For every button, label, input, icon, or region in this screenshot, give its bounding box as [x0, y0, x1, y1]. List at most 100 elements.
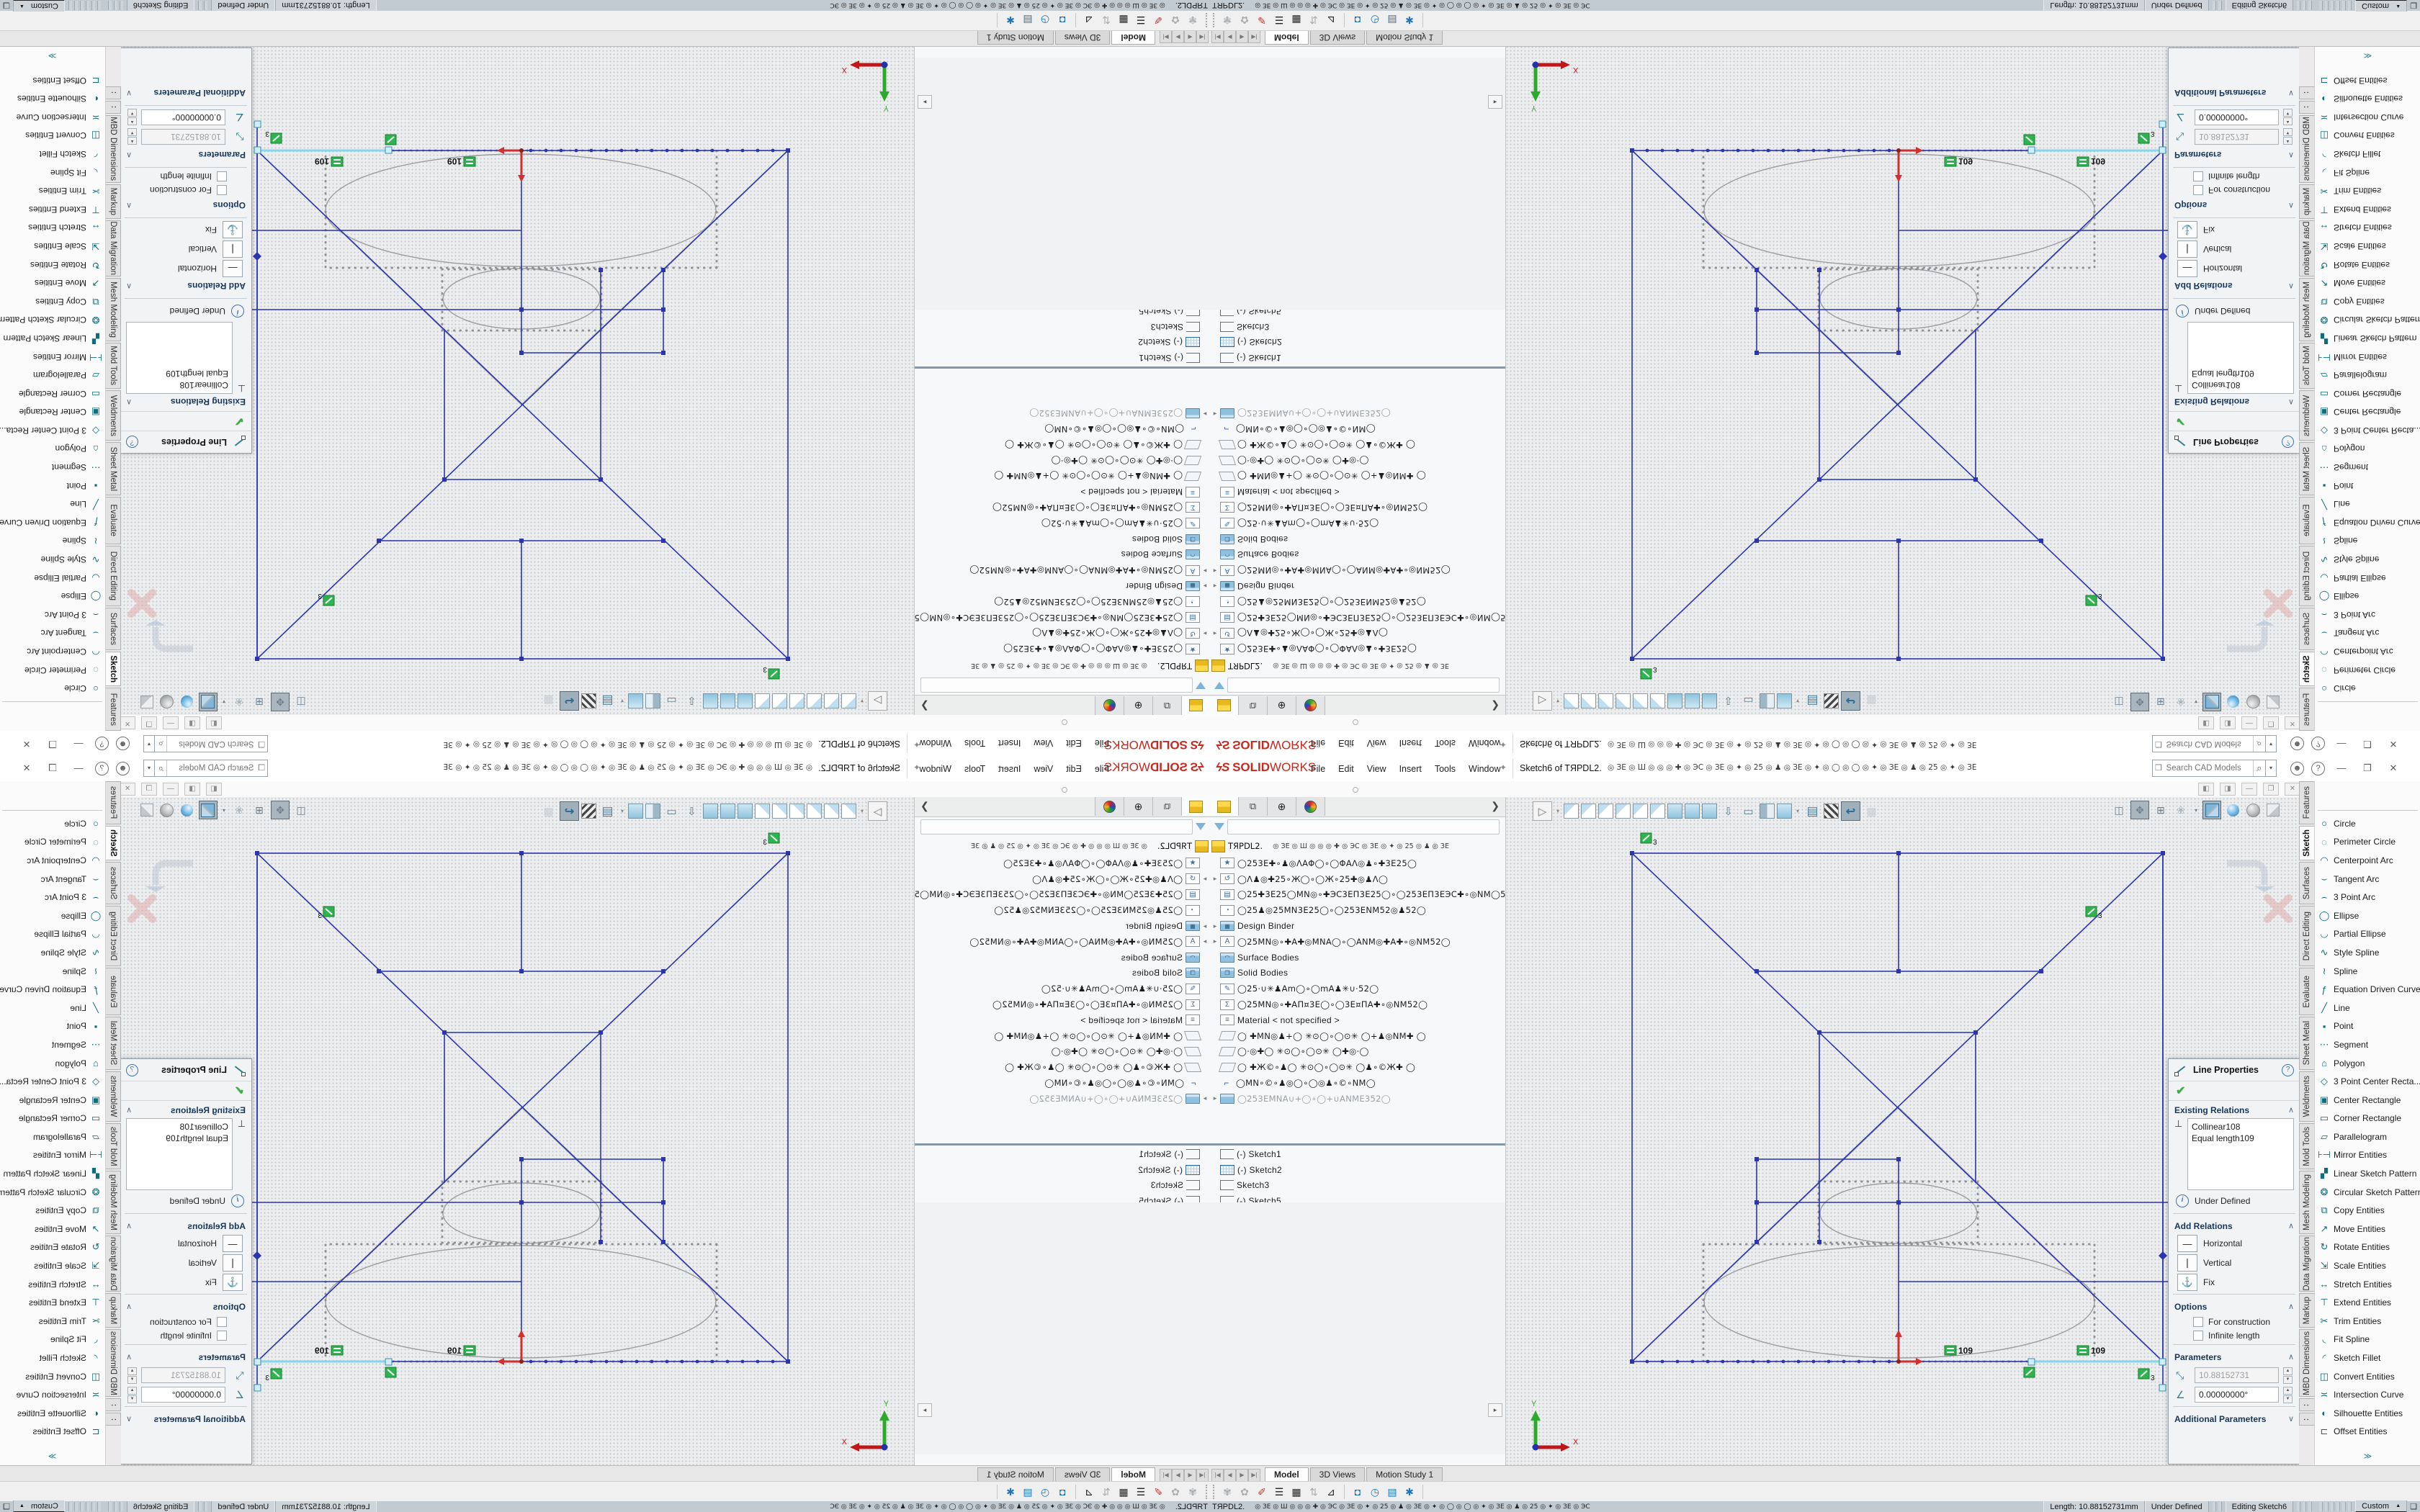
- sketch-tool-item[interactable]: ⌢ 3 Point Arc: [2315, 888, 2420, 906]
- motion-toolbar-icon[interactable]: ⇅: [1305, 1486, 1322, 1498]
- tree-item[interactable]: ▸ ↺ ◯Λ♟◎✚25∘Ж◯∘◯Ж∘25✚◎♟Λ◯: [915, 871, 1210, 887]
- toolbar-icon[interactable]: [1824, 804, 1839, 819]
- tab-nav-icon[interactable]: ▶|: [1248, 1469, 1260, 1482]
- tree-item[interactable]: ▸ ◔ ◯25♟◎25ΜΝ3Е25◯∘◯253ЕΝΜ52◎♟52◯: [1210, 594, 1505, 610]
- commandmanager-tab[interactable]: Sheet Metal: [105, 1017, 121, 1070]
- toolbar-grip[interactable]: [1062, 719, 1067, 725]
- tree-item[interactable]: ▸ ◠ Surface Bodies: [1210, 546, 1505, 562]
- toolbar-icon[interactable]: [720, 693, 735, 708]
- toolbar-icon[interactable]: [1667, 693, 1682, 708]
- toolbar-icon[interactable]: ▤: [1803, 692, 1821, 710]
- relation-entry[interactable]: Collinear108: [2192, 379, 2290, 391]
- checkbox[interactable]: [217, 185, 227, 195]
- sketch-tool-item[interactable]: ◠ Centerpoint Arc: [2315, 851, 2420, 870]
- tree-splitter[interactable]: [1210, 1143, 1505, 1146]
- existing-relations-header[interactable]: Existing Relations∧: [120, 1101, 251, 1117]
- commandmanager-tab[interactable]: Sketch: [2299, 652, 2315, 686]
- toolbar-icon[interactable]: [581, 693, 596, 708]
- motion-toolbar-icon[interactable]: ◘: [1054, 1486, 1071, 1498]
- tab-nav-icon[interactable]: |◀: [1211, 1469, 1224, 1482]
- sketch-tool-item[interactable]: ƒ Equation Driven Curve: [2315, 513, 2420, 532]
- checkbox[interactable]: [2193, 1331, 2203, 1341]
- sketch-tool-item[interactable]: ╱ Line: [2315, 999, 2420, 1017]
- sketch-tool-item[interactable]: ✂ Trim Entities: [0, 1312, 105, 1331]
- commandmanager-tab[interactable]: ∶: [2299, 86, 2315, 99]
- commandmanager-tab[interactable]: ∶: [105, 1413, 121, 1426]
- commandmanager-tab[interactable]: MBD Dimensions: [105, 1329, 121, 1397]
- tab-nav-icon[interactable]: |◀: [1211, 30, 1224, 43]
- commandmanager-tab[interactable]: Evaluate: [2299, 497, 2315, 544]
- model-tab[interactable]: 3D Views: [1055, 1467, 1110, 1482]
- motion-toolbar-icon[interactable]: ▦: [1288, 1486, 1305, 1498]
- sketch-tool-item[interactable]: ⊦⊣ Mirror Entities: [2315, 1146, 2420, 1165]
- checkbox[interactable]: [217, 1317, 227, 1327]
- motion-toolbar-icon[interactable]: ✱: [1401, 14, 1418, 27]
- sketch-tool-item[interactable]: ❂ Circular Sketch Pattern: [0, 1183, 105, 1202]
- search-icon[interactable]: ⌕: [2253, 760, 2265, 776]
- commandmanager-tab[interactable]: Surfaces: [2299, 862, 2315, 904]
- motion-toolbar-icon[interactable]: ✾: [1219, 1486, 1236, 1498]
- toolbar-icon[interactable]: ▾: [619, 802, 626, 820]
- angle-spinner[interactable]: ▲▼: [127, 1387, 137, 1403]
- sketch-tree-item[interactable]: ▸ (-) Sketch1: [1210, 350, 1505, 366]
- tree-item[interactable]: ▸ ◔ ◯25♟◎25ΜΝ3Е25◯∘◯253ЕΝΜ52◎♟52◯: [915, 902, 1210, 918]
- tree-root-row[interactable]: TЯPDL2. ◎ ЗЕ ◎ Ш ◎ ◎ ◎ ✚ ◎ ЭС ◎ ЗЕ ◎ ✦ ◎…: [915, 657, 1210, 675]
- sketch-tool-item[interactable]: ◇ 3 Point Center Recta...: [0, 1072, 105, 1091]
- sketch-tree-item[interactable]: ▸ Sketch3: [915, 319, 1210, 335]
- view-orientation-cube-icon[interactable]: [138, 801, 156, 819]
- sketch-tool-item[interactable]: ◟ Fit Spline: [2315, 1331, 2420, 1349]
- grid-visibility-icon[interactable]: ⊞: [251, 693, 268, 711]
- options-header[interactable]: Options∧: [120, 1297, 251, 1313]
- menu-item[interactable]: Tools: [1435, 764, 1456, 774]
- sketch-tool-item[interactable]: ⊤ Extend Entities: [2315, 1293, 2420, 1312]
- menu-item[interactable]: View: [1367, 739, 1386, 749]
- toolbar-icon[interactable]: ▾: [1794, 802, 1801, 820]
- sketch-tool-item[interactable]: ○ Circle: [0, 814, 105, 833]
- ok-check-icon[interactable]: ✔: [235, 414, 244, 428]
- menu-item[interactable]: View: [1367, 764, 1386, 774]
- tree-item[interactable]: ▸ ★ ◯253Е✚∘♟◎ΛΑΦ◯∘◯ΦΑΛ◎♟∘✚3Е25◯: [1210, 855, 1505, 871]
- tab-displaymanager[interactable]: [1296, 797, 1325, 816]
- units-dropdown[interactable]: Custom ▲: [13, 0, 65, 12]
- commandmanager-tab[interactable]: Evaluate: [105, 497, 121, 544]
- tree-item[interactable]: ▸ ▦ Design Binder: [915, 918, 1210, 934]
- menu-item[interactable]: Insert: [998, 764, 1021, 774]
- commandmanager-tab[interactable]: Mesh Modeling: [2299, 278, 2315, 341]
- tab-nav-icon[interactable]: ◀: [1184, 30, 1196, 43]
- status-corner-icon[interactable]: ❏: [2410, 1, 2417, 10]
- tree-item[interactable]: ▸ A ◯25ΜΝ◎∘✚Α✚◎ΜΝΑ◯∘◯ΑΝΜ◎✚Α✚∘◎ΝΜ52◯: [1210, 934, 1505, 950]
- tree-item[interactable]: ▸ ❒ Solid Bodies: [915, 966, 1210, 981]
- length-input[interactable]: 10.88152731: [2195, 1367, 2279, 1383]
- tree-item[interactable]: ▸ ◯253ЕΜΝΑ∪+◯∘◯+∪ΑΝΜЕ352◯: [915, 1091, 1210, 1107]
- tree-item[interactable]: ▸ ◯253ЕΜΝΑ∪+◯∘◯+∪ΑΝΜЕ352◯: [1210, 405, 1505, 421]
- sketch-tool-item[interactable]: ≍ Intersection Curve: [2315, 1385, 2420, 1404]
- tree-item[interactable]: ▸ ▤ ◯25✚3Е25◯ΜΝ◎∘✚ЭС3ЕП3Е25◯∘◯253ЕП3ЕЭС✚…: [915, 610, 1210, 626]
- tab-displaymanager[interactable]: [1095, 696, 1124, 715]
- toolbar-grip[interactable]: [1201, 13, 1207, 27]
- sketch-tool-item[interactable]: ⌂ Polygon: [2315, 1054, 2420, 1073]
- sketch-tree-item[interactable]: ▸ (-) Sketch2: [915, 1162, 1210, 1178]
- section-view-icon[interactable]: ◫: [292, 801, 310, 819]
- angle-input[interactable]: 0.00000000°: [141, 109, 225, 125]
- sketch-tool-item[interactable]: ƒ Equation Driven Curve: [0, 980, 105, 999]
- toolbar-icon[interactable]: [1581, 693, 1596, 708]
- tree-item[interactable]: ▸ ◯⋅◎✚◯ ✳⊙◯∘◯⊙✳ ◯✚◎⋅◯: [1210, 453, 1505, 469]
- close-button[interactable]: ✕: [17, 760, 36, 777]
- help-icon[interactable]: ?: [2282, 436, 2294, 449]
- sketch-tool-item[interactable]: ⧉ Copy Entities: [0, 1201, 105, 1220]
- sketch-tree-item[interactable]: ▸ (-) Sketch2: [1210, 334, 1505, 350]
- toolbar-icon[interactable]: ▤: [599, 692, 617, 710]
- toolbar-icon[interactable]: ⇩: [683, 802, 701, 820]
- section-view-icon[interactable]: ◫: [2110, 801, 2128, 819]
- commandmanager-tab[interactable]: Data Migration: [2299, 220, 2315, 276]
- relation-button[interactable]: — Horizontal: [129, 1235, 243, 1252]
- sketch-tool-item[interactable]: ▞ Linear Sketch Pattern: [0, 329, 105, 348]
- sketch-tool-item[interactable]: ▱ Parallelogram: [0, 1128, 105, 1146]
- toolbar-icon[interactable]: [738, 804, 753, 819]
- sketch-tool-item[interactable]: ◠ Centerpoint Arc: [2315, 642, 2420, 661]
- options-header[interactable]: Options∧: [120, 199, 251, 215]
- motion-toolbar-icon[interactable]: ✐: [1150, 14, 1167, 27]
- toolbar-icon[interactable]: [789, 804, 805, 819]
- toolbar-grip[interactable]: [1062, 787, 1067, 793]
- sketch-tool-item[interactable]: ⊤ Extend Entities: [0, 1293, 105, 1312]
